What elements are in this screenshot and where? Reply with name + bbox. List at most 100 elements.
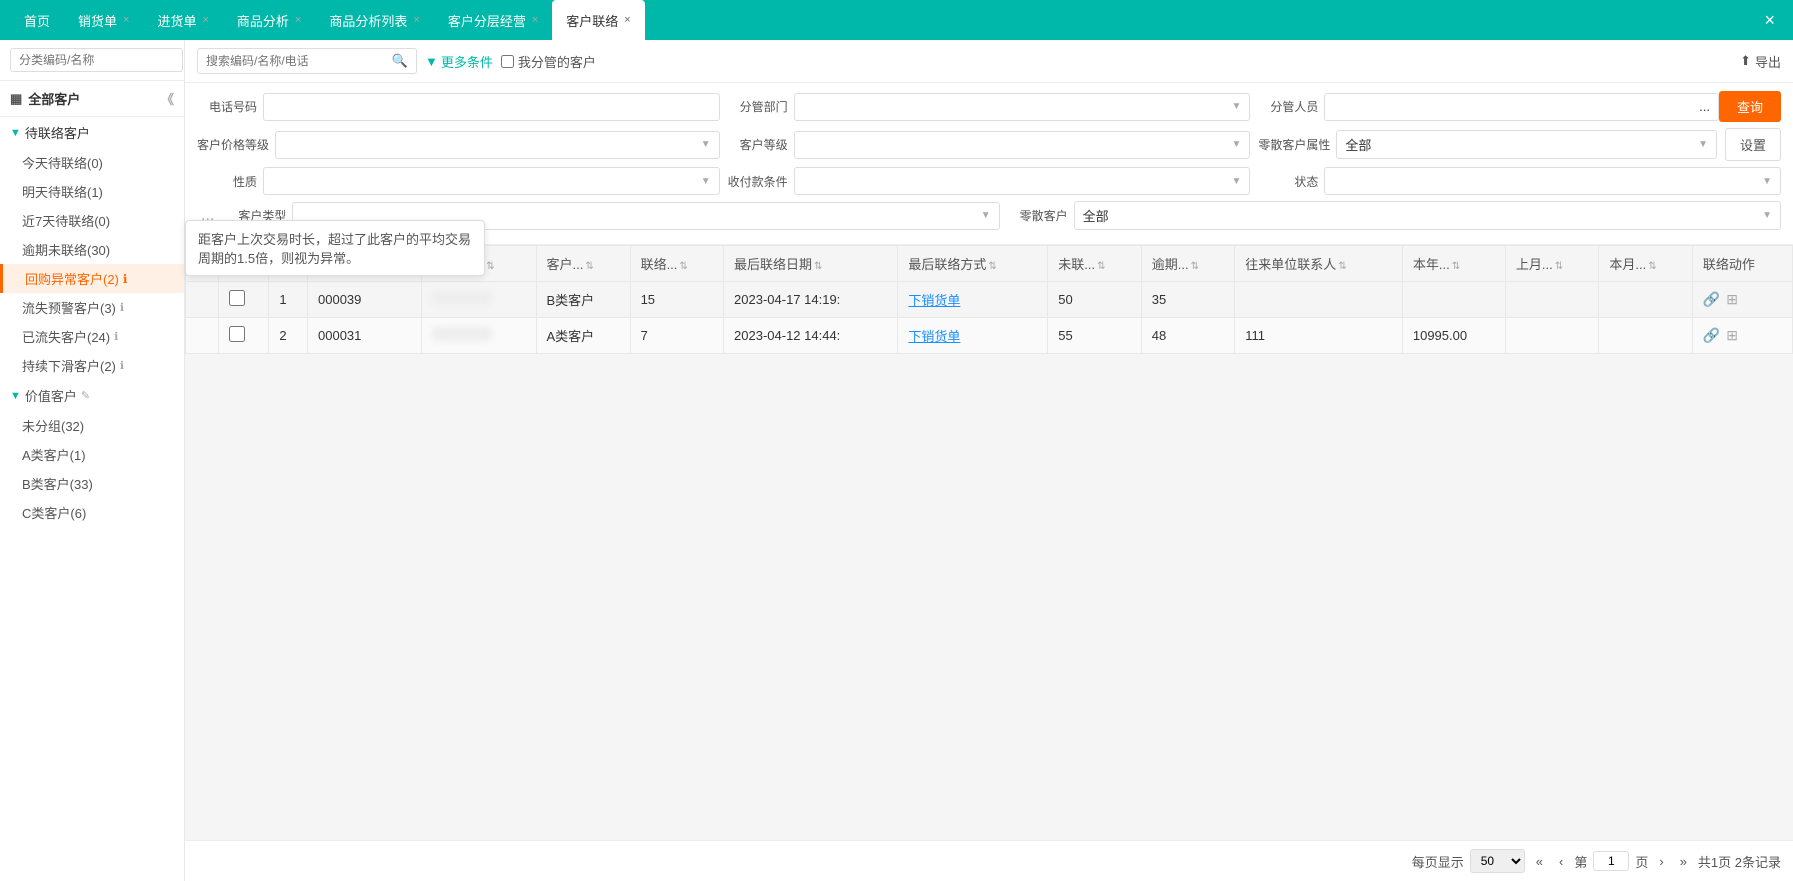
th-uncontacted[interactable]: 未联...⇅ [1048,246,1141,282]
th-category[interactable]: 客户...⇅ [536,246,630,282]
th-unit-contact-sort[interactable]: ⇅ [1338,261,1346,272]
filter-cell-payment: 收付款条件 ▼ [728,167,1251,195]
payment-select[interactable]: ▼ [794,167,1251,195]
td-action-1: 🔗 ⊞ [1692,282,1792,318]
action-link-icon-1[interactable]: 🔗 [1703,291,1720,308]
my-customers-checkbox[interactable] [501,55,514,68]
nav-item-customer-contact[interactable]: 客户联络 × [552,0,644,40]
edit-icon[interactable]: ✎ [81,389,90,402]
status-arrow: ▼ [1762,176,1772,187]
person-select[interactable]: ... [1324,93,1719,121]
sidebar-group-pending[interactable]: ▼ 待联络客户 [0,117,184,148]
sidebar-item-abnormal-repurchase[interactable]: 回购异常客户(2) ℹ [0,264,184,293]
status-select[interactable]: ▼ [1324,167,1781,195]
nav-item-analysis-list[interactable]: 商品分析列表 × [315,0,433,40]
action-icons-2: 🔗 ⊞ [1703,327,1782,344]
filter-search-input[interactable] [206,54,392,68]
sidebar-item-overdue[interactable]: 逾期未联络(30) [0,235,184,264]
th-uncontacted-sort[interactable]: ⇅ [1097,261,1105,272]
phone-input[interactable] [263,93,720,121]
current-page-input[interactable] [1593,851,1629,871]
th-this-month[interactable]: 本月...⇅ [1599,246,1692,282]
customer-level-select[interactable]: ▼ [794,131,1251,159]
th-last-contact-method-sort[interactable]: ⇅ [988,261,996,272]
row-1-checkbox[interactable] [229,290,245,306]
action-grid-icon-1[interactable]: ⊞ [1726,291,1738,308]
th-last-contact-date-sort[interactable]: ⇅ [814,261,822,272]
nav-item-home[interactable]: 首页 [10,0,64,40]
customer-type-arrow: ▼ [981,210,991,221]
th-last-month[interactable]: 上月...⇅ [1505,246,1598,282]
price-level-select[interactable]: ▼ [275,131,720,159]
sidebar-all-customers[interactable]: ▦ 全部客户 《 [0,81,184,117]
th-last-contact-method[interactable]: 最后联络方式⇅ [898,246,1048,282]
lost-info-icon[interactable]: ℹ [114,330,118,343]
nav-purchase-close[interactable]: × [202,14,208,26]
window-close-button[interactable]: × [1756,10,1783,30]
td-last-contact-method-1[interactable]: 下销货单 [898,282,1048,318]
first-page-btn[interactable]: « [1531,852,1548,871]
sidebar-item-7days[interactable]: 近7天待联络(0) [0,206,184,235]
prev-page-btn[interactable]: ‹ [1554,852,1568,871]
action-link-icon-2[interactable]: 🔗 [1703,327,1720,344]
sidebar-item-declining[interactable]: 持续下滑客户(2) ℹ [0,351,184,380]
declining-info-icon[interactable]: ℹ [120,359,124,372]
th-this-month-sort[interactable]: ⇅ [1648,261,1656,272]
th-overdue[interactable]: 逾期...⇅ [1141,246,1234,282]
sidebar-item-lost[interactable]: 已流失客户(24) ℹ [0,322,184,351]
lost-warning-info-icon[interactable]: ℹ [120,301,124,314]
next-page-btn[interactable]: › [1654,852,1668,871]
per-page-select[interactable]: 50 100 200 [1470,849,1525,873]
nav-customer-tier-close[interactable]: × [532,14,538,26]
nav-analysis-list-close[interactable]: × [413,14,419,26]
query-button[interactable]: 查询 [1719,91,1781,122]
th-overdue-sort[interactable]: ⇅ [1191,261,1199,272]
nav-customer-contact-close[interactable]: × [624,14,630,26]
row-2-checkbox[interactable] [229,326,245,342]
sidebar-item-a-class[interactable]: A类客户(1) [0,440,184,469]
sidebar-item-b-class[interactable]: B类客户(33) [0,469,184,498]
dept-select[interactable]: ▼ [794,93,1251,121]
th-last-month-sort[interactable]: ⇅ [1555,261,1563,272]
zero-sale-attr-select[interactable]: 全部 ▼ [1336,130,1717,159]
th-contacts[interactable]: 联络...⇅ [630,246,723,282]
sidebar-item-tomorrow[interactable]: 明天待联络(1) [0,177,184,206]
last-contact-method-link-2[interactable]: 下销货单 [908,329,960,344]
nav-item-purchase[interactable]: 进货单 × [143,0,222,40]
sidebar-item-ungrouped[interactable]: 未分组(32) [0,411,184,440]
zero-sale-customer-arrow: ▼ [1762,210,1772,221]
info-icon[interactable]: ℹ [123,272,128,286]
th-last-contact-date[interactable]: 最后联络日期⇅ [724,246,898,282]
sidebar-item-today[interactable]: 今天待联络(0) [0,148,184,177]
th-category-sort[interactable]: ⇅ [585,261,593,272]
last-page-btn[interactable]: » [1675,852,1692,871]
setting-button[interactable]: 设置 [1725,128,1781,161]
export-button[interactable]: ⬆ 导出 [1740,52,1781,71]
filter-more-btn[interactable]: ▼ 更多条件 [425,52,493,71]
th-name-sort[interactable]: ⇅ [486,261,494,272]
th-contacts-sort[interactable]: ⇅ [679,261,687,272]
nav-item-customer-tier[interactable]: 客户分层经营 × [434,0,552,40]
zero-sale-customer-select[interactable]: 全部 ▼ [1074,201,1781,230]
sidebar-collapse-icon[interactable]: 《 [161,89,174,108]
td-overdue-2: 48 [1141,318,1234,354]
action-grid-icon-2[interactable]: ⊞ [1726,327,1738,344]
gender-select[interactable]: ▼ [263,167,720,195]
sidebar-search-input[interactable] [10,48,183,72]
th-unit-contact[interactable]: 往来单位联系人⇅ [1235,246,1403,282]
lost-warning-label: 流失预警客户(3) [22,298,116,317]
td-last-contact-method-2[interactable]: 下销货单 [898,318,1048,354]
nav-item-analysis[interactable]: 商品分析 × [223,0,315,40]
my-customers-checkbox-wrap[interactable]: 我分管的客户 [501,52,596,71]
sidebar-item-c-class[interactable]: C类客户(6) [0,498,184,527]
sidebar-item-lost-warning[interactable]: 流失预警客户(3) ℹ [0,293,184,322]
last-contact-method-link-1[interactable]: 下销货单 [908,293,960,308]
th-this-year[interactable]: 本年...⇅ [1402,246,1505,282]
nav-analysis-close[interactable]: × [295,14,301,26]
td-this-year-1 [1402,282,1505,318]
nav-item-sales[interactable]: 销货单 × [64,0,143,40]
filter-search-icon[interactable]: 🔍 [392,53,408,69]
nav-sales-close[interactable]: × [123,14,129,26]
sidebar-group-value[interactable]: ▼ 价值客户 ✎ [0,380,184,411]
th-this-year-sort[interactable]: ⇅ [1452,261,1460,272]
